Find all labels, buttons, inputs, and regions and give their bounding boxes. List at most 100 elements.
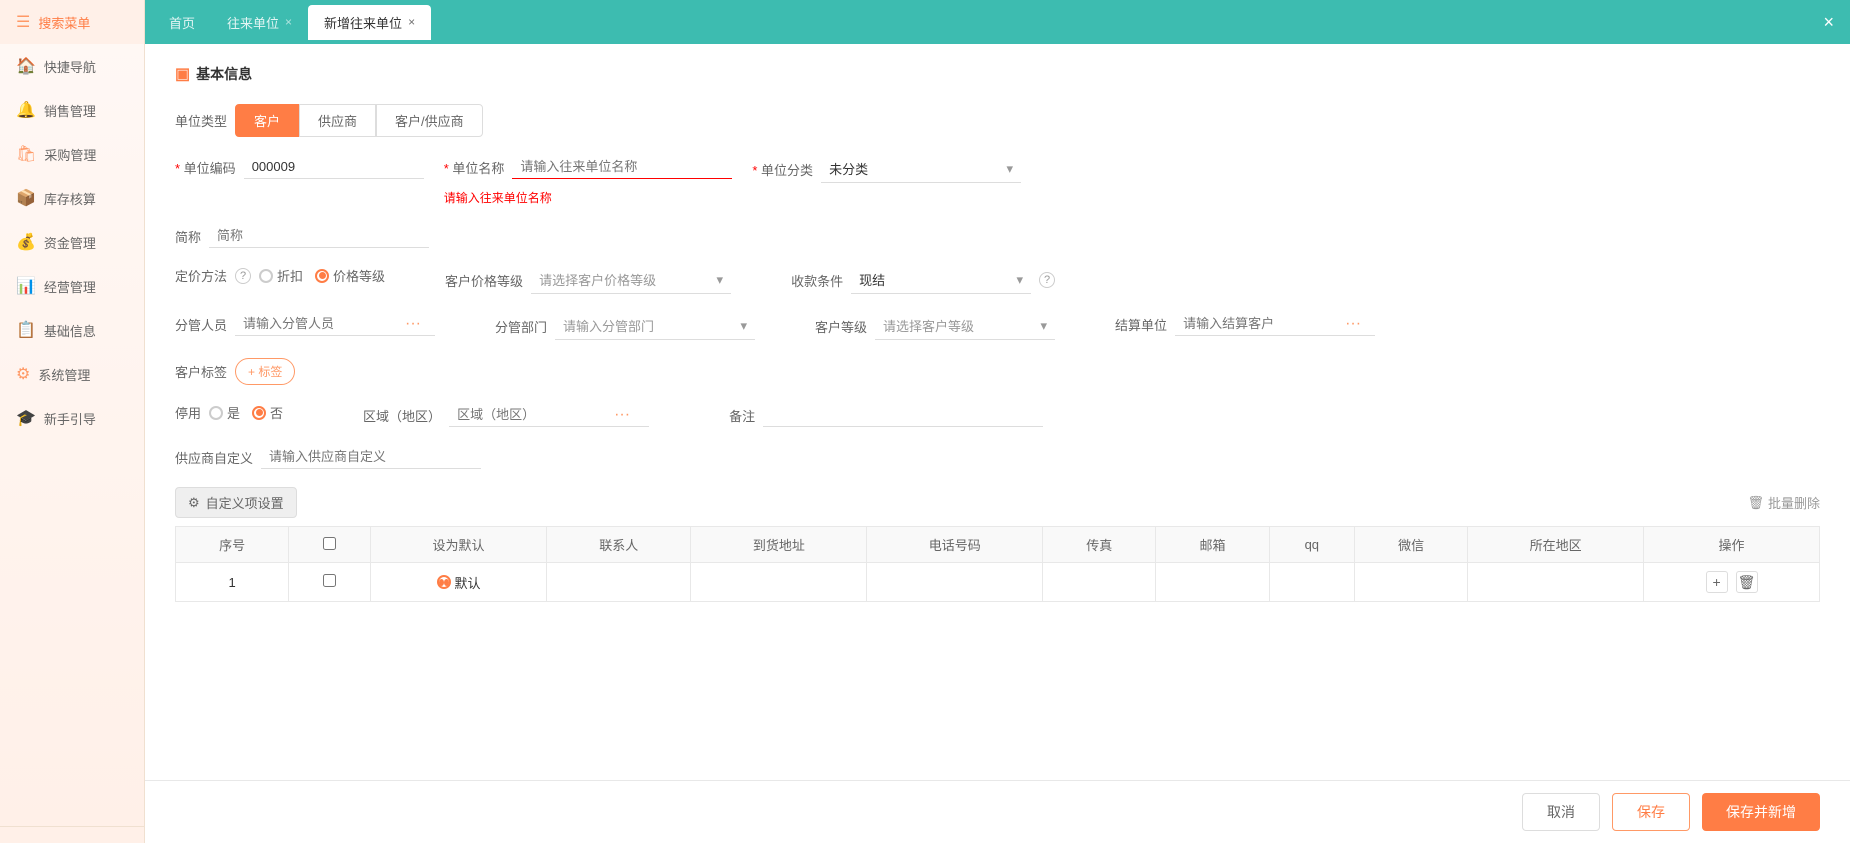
manager-input[interactable] [235,312,405,335]
custom-settings-btn[interactable]: ⚙ 自定义项设置 [175,487,297,518]
sidebar-item-operations[interactable]: 📊 经营管理 [0,264,144,308]
sidebar-item-finance[interactable]: 💰 资金管理 [0,220,144,264]
tab-bar: 首页 往来单位 × 新增往来单位 × × [145,0,1850,44]
unit-code-input[interactable] [244,155,424,179]
payment-terms-select[interactable]: 现结 ▾ [851,266,1031,294]
disabled-radio-no[interactable]: 否 [252,403,283,422]
sidebar-item-basic-info[interactable]: 📋 基础信息 [0,308,144,352]
disabled-region-remark-row: 停用 是 否 区域（地区） ··· [175,403,1820,427]
manager-label: 分管人员 [175,315,227,334]
sidebar-bottom [0,826,144,843]
settlement-more-btn[interactable]: ··· [1345,315,1361,333]
save-button[interactable]: 保存 [1612,793,1690,831]
sidebar-label-sales: 销售管理 [44,101,96,120]
unit-btn-both[interactable]: 客户/供应商 [376,104,483,137]
supplier-custom-field: 供应商自定义 [175,445,481,469]
tab-add-partner-close[interactable]: × [408,15,415,29]
price-level-select[interactable]: 请选择客户价格等级 ▾ [531,266,731,294]
pricing-radio-group: 折扣 价格等级 [259,266,385,285]
supplier-custom-input[interactable] [261,445,481,469]
settlement-input[interactable] [1175,312,1345,335]
tab-add-partner[interactable]: 新增往来单位 × [308,5,431,40]
table-cell-0-7 [1156,563,1269,602]
save-new-button[interactable]: 保存并新增 [1702,793,1820,831]
pricing-radio-level[interactable]: 价格等级 [315,266,385,285]
table-header-5: 电话号码 [867,527,1043,563]
basic-info-icon: 📋 [16,320,36,340]
disabled-radio-yes[interactable]: 是 [209,403,240,422]
sidebar-label-inventory: 库存核算 [44,189,96,208]
supplier-custom-row: 供应商自定义 [175,445,1820,469]
unit-category-select[interactable]: 未分类 ▾ [821,155,1021,183]
tab-home[interactable]: 首页 [153,5,211,40]
unit-category-value: 未分类 [829,159,868,178]
short-name-input[interactable] [209,224,429,248]
tag-row: 客户标签 + 标签 [175,358,1820,385]
manager-more-btn[interactable]: ··· [405,315,421,333]
customer-level-select[interactable]: 请选择客户等级 ▾ [875,312,1055,340]
custom-settings-label: 自定义项设置 [206,493,284,512]
department-field: 分管部门 请输入分管部门 ▾ [495,312,755,340]
table-cell-0-3 [546,563,691,602]
unit-code-label: 单位编码 [175,158,236,177]
department-arrow: ▾ [741,318,748,334]
settlement-unit-label: 结算单位 [1115,315,1167,334]
sidebar-item-sales[interactable]: 🔔 销售管理 [0,88,144,132]
table-header-0: 序号 [176,527,289,563]
table-header-8: qq [1269,527,1354,563]
row-checkbox-0[interactable] [323,574,336,587]
tab-partner-list-close[interactable]: × [285,15,292,29]
search-icon: ☰ [16,12,30,32]
price-level-arrow: ▾ [717,272,724,288]
unit-btn-supplier[interactable]: 供应商 [299,104,376,137]
batch-delete-btn[interactable]: 🗑 批量删除 [1747,493,1820,512]
code-name-category-row: 单位编码 单位名称 请输入往来单位名称 单位分类 未分类 ▾ [175,155,1820,206]
region-field: 区域（地区） ··· [363,403,649,427]
sidebar-label-purchase: 采购管理 [44,145,96,164]
batch-delete-icon: 🗑 [1747,495,1764,511]
region-more-btn[interactable]: ··· [614,406,630,424]
table-select-all[interactable] [323,537,336,550]
sidebar-item-purchase[interactable]: 🛍 采购管理 [0,132,144,176]
manager-field: 分管人员 ··· [175,312,435,336]
remark-input[interactable] [763,403,1043,427]
unit-name-input[interactable] [512,155,732,179]
table-header-4: 到货地址 [691,527,867,563]
sidebar-label-finance: 资金管理 [44,233,96,252]
table-header-3: 联系人 [546,527,691,563]
department-select[interactable]: 请输入分管部门 ▾ [555,312,755,340]
disabled-yes-circle [209,406,223,420]
pricing-radio-discount[interactable]: 折扣 [259,266,303,285]
cancel-button[interactable]: 取消 [1522,793,1600,831]
custom-settings-icon: ⚙ [188,495,200,511]
sidebar-item-guide[interactable]: 🎓 新手引导 [0,396,144,440]
tab-home-label: 首页 [169,13,195,32]
disabled-no-circle [252,406,266,420]
remark-label: 备注 [729,406,755,425]
sidebar-item-quick-nav[interactable]: 🏠 快捷导航 [0,44,144,88]
delete-row-btn[interactable]: 🗑 [1736,571,1758,593]
unit-btn-customer[interactable]: 客户 [235,104,299,137]
customer-tag-label: 客户标签 [175,362,227,381]
sidebar-search[interactable]: ☰ 搜索菜单 [0,0,144,44]
table-cell-0-6 [1043,563,1156,602]
payment-terms-help-icon[interactable]: ? [1039,272,1055,288]
unit-type-label: 单位类型 [175,111,227,130]
tab-partner-list[interactable]: 往来单位 × [211,5,308,40]
customer-level-label: 客户等级 [815,317,867,336]
sidebar-item-inventory[interactable]: 📦 库存核算 [0,176,144,220]
payment-terms-value: 现结 [859,270,885,289]
tab-bar-close-all[interactable]: × [1815,8,1842,37]
table-header-11: 操作 [1644,527,1820,563]
tab-add-partner-label: 新增往来单位 [324,13,402,32]
price-level-field: 客户价格等级 请选择客户价格等级 ▾ [445,266,731,294]
add-tag-btn[interactable]: + 标签 [235,358,295,385]
sidebar-item-system[interactable]: ⚙ 系统管理 [0,352,144,396]
manager-row: 分管人员 ··· 分管部门 请输入分管部门 ▾ 客户等级 请选择客户等级 ▾ [175,312,1820,340]
inventory-icon: 📦 [16,188,36,208]
sidebar-label-basic-info: 基础信息 [44,321,96,340]
pricing-help-icon[interactable]: ? [235,268,251,284]
sales-icon: 🔔 [16,100,36,120]
region-input[interactable] [449,403,614,426]
add-row-btn[interactable]: + [1706,571,1728,593]
